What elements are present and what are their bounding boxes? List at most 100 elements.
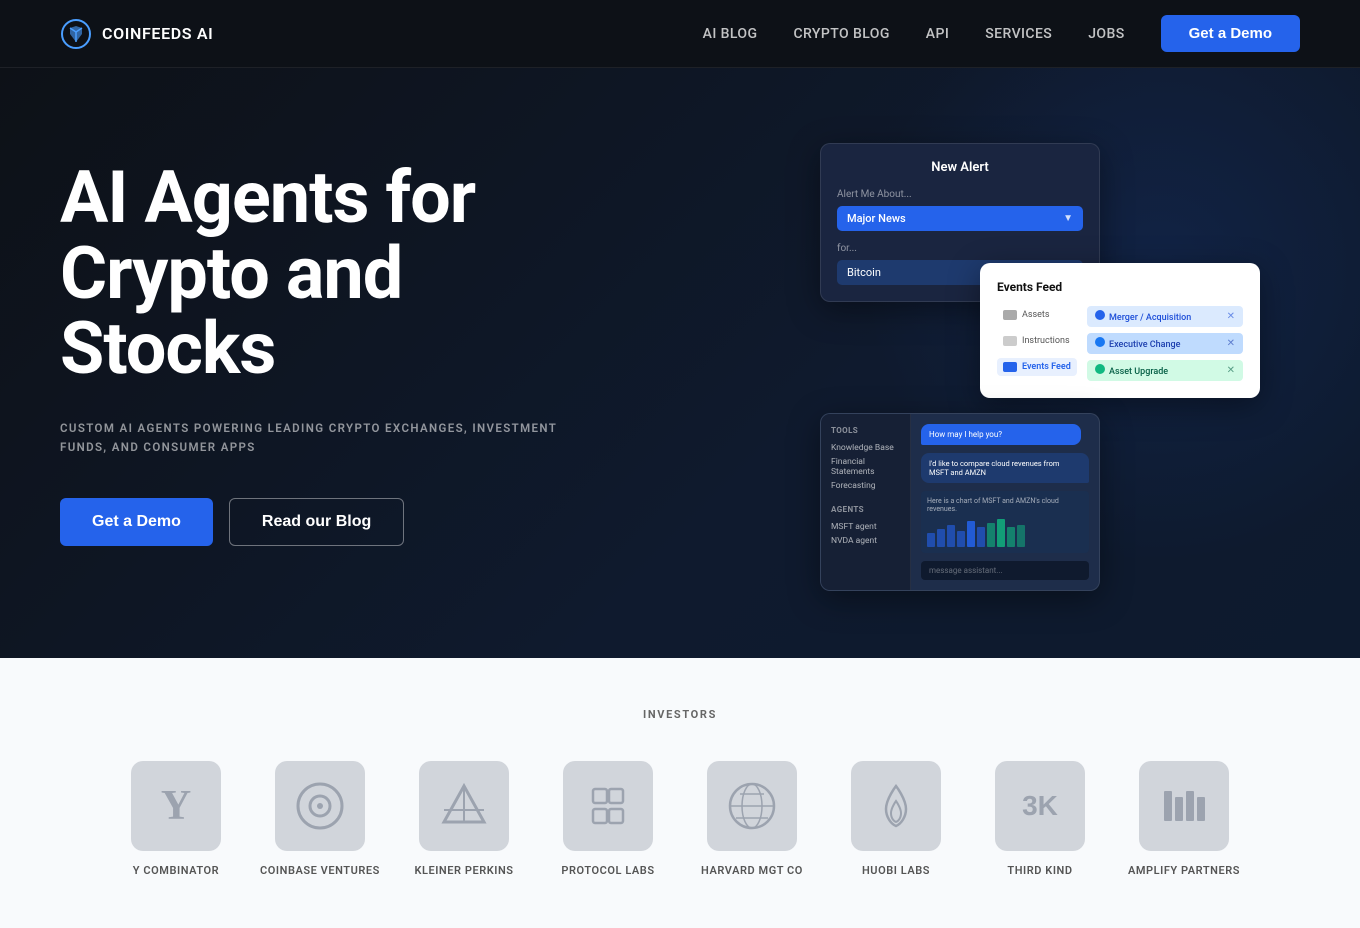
investors-grid: Y Y COMBINATOR COINBASE VENTURES <box>60 761 1300 878</box>
event-tag-asset[interactable]: Asset Upgrade ✕ <box>1087 360 1243 381</box>
investor-name-ycombinator: Y COMBINATOR <box>133 863 219 878</box>
tag-close-icon-2[interactable]: ✕ <box>1227 338 1235 349</box>
alert-label-1: Alert Me About... <box>837 189 1083 200</box>
bar-9 <box>1007 527 1015 547</box>
tools-section: Tools Knowledge Base Financial Statement… <box>831 426 900 493</box>
hero-subtitle: CUSTOM AI AGENTS POWERING LEADING CRYPTO… <box>60 419 580 458</box>
chat-main-panel: How may I help you? I'd like to compare … <box>911 414 1099 590</box>
events-sidebar: Assets Instructions Events Feed Merger /… <box>997 306 1243 381</box>
dropdown-arrow-icon: ▼ <box>1063 213 1073 224</box>
investor-name-amplify: AMPLIFY PARTNERS <box>1128 863 1240 878</box>
nav-ai-blog[interactable]: AI BLOG <box>703 26 758 42</box>
agents-title: Agents <box>831 505 900 514</box>
mini-chart: Here is a chart of MSFT and AMZN's cloud… <box>921 491 1089 553</box>
tag-close-icon-3[interactable]: ✕ <box>1227 365 1235 376</box>
chart-note: Here is a chart of MSFT and AMZN's cloud… <box>927 497 1083 513</box>
tag-close-icon[interactable]: ✕ <box>1227 311 1235 322</box>
instructions-icon <box>1003 336 1017 346</box>
event-tag-asset-label: Asset Upgrade <box>1095 364 1168 377</box>
alert-dropdown-1[interactable]: Major News ▼ <box>837 206 1083 231</box>
events-nav: Assets Instructions Events Feed <box>997 306 1077 381</box>
amplify-icon <box>1159 781 1209 831</box>
events-feed-icon <box>1003 362 1017 372</box>
events-card-title: Events Feed <box>997 280 1243 294</box>
hero-title: AI Agents for Crypto and Stocks <box>60 160 580 387</box>
events-card: Events Feed Assets Instructions Events F… <box>980 263 1260 398</box>
investor-third-kind: 3K THIRD KIND <box>980 761 1100 878</box>
event-tag-merger-label: Merger / Acquisition <box>1095 310 1191 323</box>
bar-6 <box>977 527 985 547</box>
harvard-icon <box>726 780 778 832</box>
agent-msft[interactable]: MSFT agent <box>831 520 900 534</box>
assets-icon <box>1003 310 1017 320</box>
hero-content: AI Agents for Crypto and Stocks CUSTOM A… <box>60 160 580 546</box>
investor-logo-huobi <box>851 761 941 851</box>
investor-logo-ycombinator: Y <box>131 761 221 851</box>
hero-get-demo-button[interactable]: Get a Demo <box>60 498 213 546</box>
investor-y-combinator: Y Y COMBINATOR <box>116 761 236 878</box>
nav-api[interactable]: API <box>926 26 949 42</box>
tool-financial[interactable]: Financial Statements <box>831 455 900 479</box>
events-nav-instructions-label: Instructions <box>1022 336 1070 346</box>
investor-name-huobi: HUOBI LABS <box>862 863 930 878</box>
events-nav-events-label: Events Feed <box>1022 362 1071 372</box>
bar-8 <box>997 519 1005 547</box>
events-nav-assets[interactable]: Assets <box>997 306 1077 324</box>
alert-card-title: New Alert <box>837 160 1083 175</box>
protocol-icon <box>583 781 633 831</box>
nav-get-demo-button[interactable]: Get a Demo <box>1161 15 1300 52</box>
investor-kleiner: KLEINER PERKINS <box>404 761 524 878</box>
kleiner-icon <box>440 782 488 830</box>
tag-dot-blue <box>1095 310 1105 320</box>
chat-input[interactable]: message assistant... <box>921 561 1089 580</box>
tag-dot-fb <box>1095 337 1105 347</box>
bar-7 <box>987 523 995 547</box>
bar-4 <box>957 531 965 547</box>
hero-buttons: Get a Demo Read our Blog <box>60 498 580 546</box>
alert-dropdown-2-value: Bitcoin <box>847 266 881 279</box>
investor-name-protocol: PROTOCOL LABS <box>561 863 654 878</box>
navbar: COINFEEDS AI AI BLOG CRYPTO BLOG API SER… <box>0 0 1360 68</box>
investor-logo-protocol <box>563 761 653 851</box>
chart-bars <box>927 517 1083 547</box>
investor-logo-amplify <box>1139 761 1229 851</box>
agent-nvda[interactable]: NVDA agent <box>831 534 900 548</box>
investor-name-third-kind: THIRD KIND <box>1007 863 1072 878</box>
bar-5 <box>967 521 975 547</box>
bar-3 <box>947 525 955 547</box>
event-tag-executive[interactable]: Executive Change ✕ <box>1087 333 1243 354</box>
logo-text: COINFEEDS AI <box>102 24 213 43</box>
hero-section: AI Agents for Crypto and Stocks CUSTOM A… <box>0 68 1360 658</box>
tag-dot-green <box>1095 364 1105 374</box>
investor-logo-coinbase <box>275 761 365 851</box>
chat-left-panel: Tools Knowledge Base Financial Statement… <box>821 414 911 590</box>
events-tags: Merger / Acquisition ✕ Executive Change … <box>1087 306 1243 381</box>
tools-title: Tools <box>831 426 900 435</box>
investor-harvard: HARVARD MGT CO <box>692 761 812 878</box>
event-tag-merger[interactable]: Merger / Acquisition ✕ <box>1087 306 1243 327</box>
bar-2 <box>937 529 945 547</box>
third-kind-symbol: 3K <box>1022 790 1058 822</box>
nav-links: AI BLOG CRYPTO BLOG API SERVICES JOBS Ge… <box>703 15 1300 52</box>
nav-jobs[interactable]: JOBS <box>1088 26 1124 42</box>
nav-services[interactable]: SERVICES <box>985 26 1052 42</box>
events-nav-instructions[interactable]: Instructions <box>997 332 1077 350</box>
investor-logo-kleiner <box>419 761 509 851</box>
bar-10 <box>1017 525 1025 547</box>
tool-forecasting[interactable]: Forecasting <box>831 479 900 493</box>
bar-1 <box>927 533 935 547</box>
huobi-icon <box>871 781 921 831</box>
nav-crypto-blog[interactable]: CRYPTO BLOG <box>793 26 889 42</box>
hero-read-blog-button[interactable]: Read our Blog <box>229 498 404 546</box>
alert-dropdown-1-value: Major News <box>847 212 906 225</box>
agents-section: Agents MSFT agent NVDA agent <box>831 505 900 548</box>
tool-knowledge-base[interactable]: Knowledge Base <box>831 441 900 455</box>
chat-user-response: I'd like to compare cloud revenues from … <box>921 453 1089 483</box>
logo[interactable]: COINFEEDS AI <box>60 18 213 50</box>
events-nav-events-feed[interactable]: Events Feed <box>997 358 1077 376</box>
event-tag-executive-label: Executive Change <box>1095 337 1180 350</box>
chat-ai-bubble: How may I help you? <box>921 424 1081 445</box>
logo-icon <box>60 18 92 50</box>
investor-protocol: PROTOCOL LABS <box>548 761 668 878</box>
chat-sidebar: Tools Knowledge Base Financial Statement… <box>821 414 1099 590</box>
